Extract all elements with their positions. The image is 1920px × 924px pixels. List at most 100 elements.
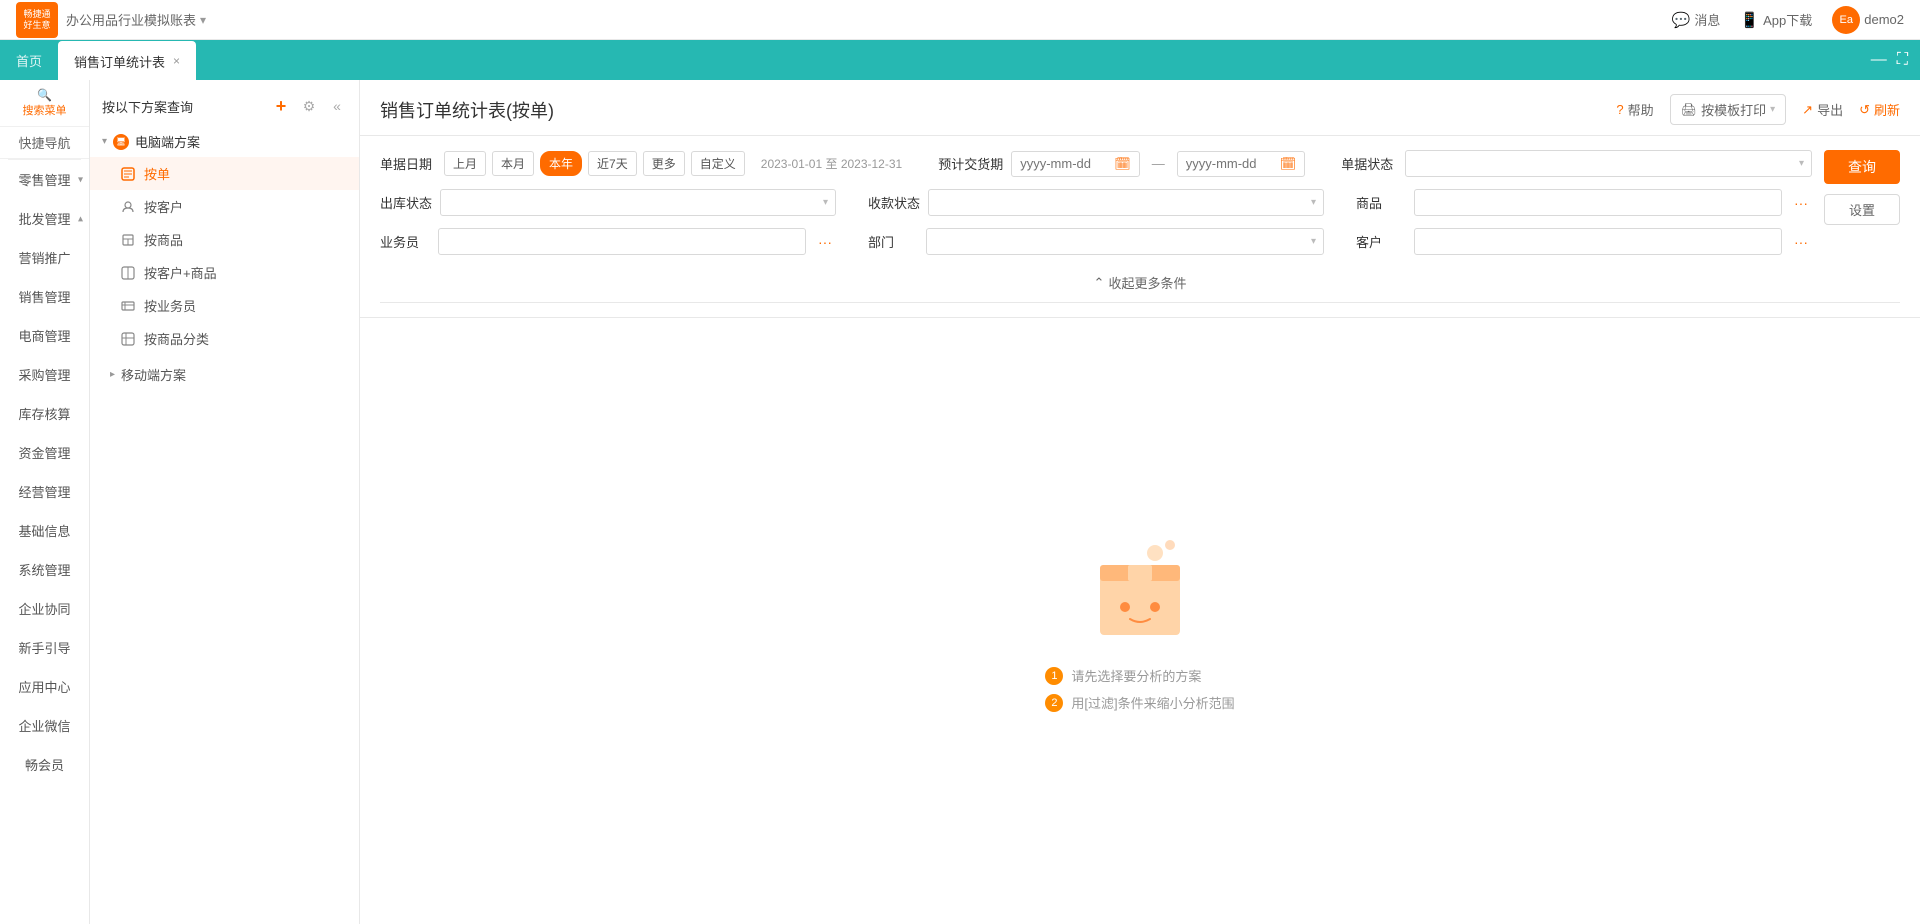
scheme-item-by-customer[interactable]: 按客户 [90, 190, 359, 223]
help-btn[interactable]: ? 帮助 [1616, 100, 1653, 119]
customer-input[interactable] [1414, 228, 1782, 255]
date-btn-this-year[interactable]: 本年 [540, 151, 582, 176]
scheme-item-by-salesman[interactable]: 按业务员 [90, 289, 359, 322]
tip-num-2: 2 [1045, 694, 1063, 712]
scheme-settings-btn[interactable]: ⚙ [299, 96, 319, 116]
empty-tip-1: 1 请先选择要分析的方案 [1045, 666, 1234, 685]
sidebar-item-newbie[interactable]: 新手引导 [0, 628, 89, 667]
settings-btn[interactable]: 设置 [1824, 194, 1900, 225]
salesman-ellipsis-btn[interactable]: ··· [814, 234, 836, 250]
date-btn-more[interactable]: 更多 [643, 151, 685, 176]
customer-label: 客户 [1356, 232, 1406, 251]
salesman-input[interactable] [438, 228, 806, 255]
by-order-icon [120, 166, 136, 182]
scheme-add-btn[interactable]: + [271, 96, 291, 116]
sidebar-arrow-wholesale: ▴ [78, 213, 83, 224]
date-btn-custom[interactable]: 自定义 [691, 151, 745, 176]
status-select[interactable] [1405, 150, 1812, 177]
empty-tips: 1 请先选择要分析的方案 2 用[过滤]条件来缩小分析范围 [1045, 666, 1234, 712]
filter-col-product: 商品 ··· [1356, 189, 1812, 216]
out-status-select[interactable] [440, 189, 836, 216]
sidebar-item-sales[interactable]: 销售管理 [0, 277, 89, 316]
avatar: Ea [1832, 6, 1860, 34]
right-content: 销售订单统计表(按单) ? 帮助 🖨 按模板打印 ▾ ↗ 导出 [360, 80, 1920, 924]
filter-col-salesman: 业务员 ··· [380, 228, 836, 255]
scheme-collapse-btn[interactable]: « [327, 96, 347, 116]
sidebar-label-wechat: 企业微信 [18, 716, 70, 735]
tab-close-icon[interactable]: × [173, 54, 180, 68]
filter-col-pay-status: 收款状态 ▾ [868, 189, 1324, 216]
tab-maximize-icon[interactable]: ⛶ [1897, 51, 1908, 69]
date-btn-this-month[interactable]: 本月 [492, 151, 534, 176]
pay-status-label: 收款状态 [868, 193, 920, 212]
sidebar-item-member[interactable]: 畅会员 [0, 745, 89, 784]
by-salesman-icon [120, 298, 136, 314]
salesman-label: 业务员 [380, 232, 430, 251]
scheme-item-by-category[interactable]: 按商品分类 [90, 322, 359, 355]
scheme-item-by-product[interactable]: 按商品 [90, 223, 359, 256]
date-range-text: 2023-01-01 至 2023-12-31 [761, 155, 902, 172]
status-select-wrap: ▾ [1405, 150, 1812, 177]
expected-date-label: 预计交货期 [938, 154, 1003, 173]
filter-col-customer: 客户 ··· [1356, 228, 1812, 255]
sidebar-label-ecom: 电商管理 [18, 326, 70, 345]
dept-select[interactable] [926, 228, 1324, 255]
scheme-group-pc: ▾ 🖥 电脑端方案 按单 [90, 126, 359, 355]
sidebar-quick-nav[interactable]: 快捷导航 [0, 127, 89, 159]
app-download-action[interactable]: 📱 App下载 [1740, 10, 1812, 29]
sidebar-item-marketing[interactable]: 营销推广 [0, 238, 89, 277]
user-action[interactable]: Ea demo2 [1832, 6, 1904, 34]
sidebar-item-corp[interactable]: 企业协同 [0, 589, 89, 628]
sidebar-label-apps: 应用中心 [18, 677, 70, 696]
query-btn[interactable]: 查询 [1824, 150, 1900, 184]
sidebar-label-base: 基础信息 [18, 521, 70, 540]
dept-label: 部门 [868, 232, 918, 251]
scheme-group-mobile-title[interactable]: ▸ 移动端方案 [90, 359, 359, 390]
sidebar-item-retail[interactable]: 零售管理 ▾ [0, 160, 89, 199]
mobile-group-expand-icon: ▸ [110, 369, 115, 380]
sidebar-item-inventory[interactable]: 库存核算 [0, 394, 89, 433]
expected-date-from-input[interactable] [1020, 156, 1110, 171]
sidebar-item-finance[interactable]: 资金管理 [0, 433, 89, 472]
scheme-panel-title: 按以下方案查询 [102, 97, 193, 116]
sidebar: 🔍 搜索菜单 快捷导航 零售管理 ▾ 批发管理 ▴ 营销推广 销售管理 电商管理… [0, 80, 90, 924]
sidebar-item-wechat[interactable]: 企业微信 [0, 706, 89, 745]
expected-date-from-cal-icon[interactable]: 🗓 [1114, 156, 1131, 172]
sidebar-item-system[interactable]: 系统管理 [0, 550, 89, 589]
sidebar-item-ecom[interactable]: 电商管理 [0, 316, 89, 355]
print-icon: 🖨 [1681, 102, 1698, 118]
tab-minimize-icon[interactable]: ― [1871, 51, 1887, 69]
expected-date-to-input[interactable] [1186, 156, 1276, 171]
sidebar-search[interactable]: 🔍 搜索菜单 [0, 80, 89, 127]
export-btn[interactable]: ↗ 导出 [1802, 100, 1843, 119]
collapse-btn[interactable]: ⌃ 收起更多条件 [1094, 273, 1187, 292]
sidebar-item-base[interactable]: 基础信息 [0, 511, 89, 550]
sidebar-label-finance: 资金管理 [18, 443, 70, 462]
date-btn-last-month[interactable]: 上月 [444, 151, 486, 176]
refresh-btn[interactable]: ↺ 刷新 [1859, 100, 1900, 119]
by-category-icon [120, 331, 136, 347]
scheme-group-pc-title[interactable]: ▾ 🖥 电脑端方案 [90, 126, 359, 157]
app-title-dropdown[interactable]: 办公用品行业模拟账表 ▾ [66, 10, 206, 29]
sidebar-item-apps[interactable]: 应用中心 [0, 667, 89, 706]
tab-home[interactable]: 首页 [0, 40, 58, 80]
date-button-group: 上月 本月 本年 近7天 更多 自定义 [444, 151, 745, 176]
scheme-item-by-customer-product[interactable]: 按客户+商品 [90, 256, 359, 289]
product-ellipsis-btn[interactable]: ··· [1790, 195, 1812, 211]
sidebar-item-wholesale[interactable]: 批发管理 ▴ [0, 199, 89, 238]
expected-date-to-cal-icon[interactable]: 🗓 [1280, 156, 1297, 172]
pay-status-select[interactable] [928, 189, 1324, 216]
sidebar-item-purchase[interactable]: 采购管理 [0, 355, 89, 394]
message-action[interactable]: 💬 消息 [1672, 10, 1721, 29]
template-print-btn[interactable]: 🖨 按模板打印 ▾ [1670, 94, 1787, 125]
date-btn-last-7days[interactable]: 近7天 [588, 151, 637, 176]
by-product-icon [120, 232, 136, 248]
product-input[interactable] [1414, 189, 1782, 216]
sidebar-label-retail: 零售管理 [18, 170, 70, 189]
tab-sales-stats[interactable]: 销售订单统计表 × [58, 41, 196, 81]
page-layout: 按以下方案查询 + ⚙ « ▾ 🖥 电脑端方案 [90, 80, 1920, 924]
empty-box-svg [1080, 535, 1200, 645]
customer-ellipsis-btn[interactable]: ··· [1790, 234, 1812, 250]
sidebar-item-operation[interactable]: 经营管理 [0, 472, 89, 511]
scheme-item-by-order[interactable]: 按单 [90, 157, 359, 190]
